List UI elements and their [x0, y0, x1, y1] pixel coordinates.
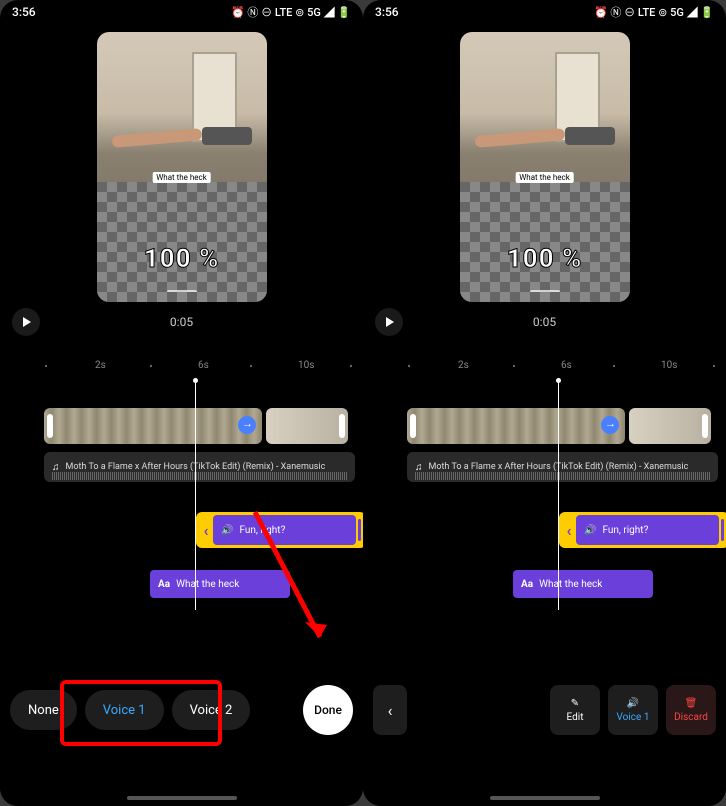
voice-options-bar: None Voice 1 Voice 2 Done: [0, 682, 363, 738]
video-clip-1[interactable]: [44, 408, 262, 444]
status-time: 3:56: [375, 5, 399, 19]
timecode: 0:05: [170, 315, 193, 329]
voice-2-button[interactable]: Voice 2: [172, 690, 251, 730]
transition-icon[interactable]: [601, 416, 619, 434]
video-track[interactable]: [407, 408, 718, 444]
voice-clip[interactable]: ‹ 🔊 Fun, right?: [196, 512, 363, 548]
status-time: 3:56: [12, 5, 36, 19]
edit-toolbar: ‹ ✎ Edit 🔊 Voice 1 🗑 Discard: [363, 682, 726, 738]
text-clip[interactable]: Aa What the heck: [150, 570, 290, 598]
play-button[interactable]: [12, 308, 40, 336]
text-label: What the heck: [539, 579, 602, 590]
voice-none-button[interactable]: None: [10, 690, 77, 730]
audio-track[interactable]: ♫ Moth To a Flame x After Hours (TikTok …: [44, 452, 355, 482]
time-ruler: 2s 6s 10s: [0, 358, 363, 378]
status-icons: ⏰ Ⓝ ⊖ LTE ⊚ 5G ◢ 🔋: [231, 4, 351, 20]
audio-track[interactable]: ♫ Moth To a Flame x After Hours (TikTok …: [407, 452, 718, 482]
done-button[interactable]: Done: [303, 685, 353, 735]
percent-overlay: 100 %: [507, 244, 583, 274]
right-screen: 3:56 ⏰ Ⓝ ⊖ LTE ⊚ 5G ◢ 🔋 What the heck 10…: [363, 0, 726, 806]
speaker-icon: 🔊: [221, 525, 233, 536]
playhead[interactable]: [195, 380, 196, 610]
discard-button[interactable]: 🗑 Discard: [666, 685, 716, 735]
video-track[interactable]: [44, 408, 355, 444]
status-icons: ⏰ Ⓝ ⊖ LTE ⊚ 5G ◢ 🔋: [594, 4, 714, 20]
preview-area: What the heck 100 % 0:05: [363, 24, 726, 344]
gesture-bar[interactable]: [490, 796, 600, 800]
edit-button[interactable]: ✎ Edit: [550, 685, 600, 735]
chevron-left-icon[interactable]: ‹: [199, 521, 213, 540]
caption-overlay: What the heck: [152, 172, 211, 183]
waveform: [52, 472, 347, 480]
speaker-icon: 🔊: [627, 698, 639, 709]
status-bar: 3:56 ⏰ Ⓝ ⊖ LTE ⊚ 5G ◢ 🔋: [363, 0, 726, 24]
text-label: What the heck: [176, 579, 239, 590]
play-button[interactable]: [375, 308, 403, 336]
text-icon: Aa: [158, 579, 170, 590]
trash-icon: 🗑: [685, 698, 698, 709]
music-note-icon: ♫: [415, 462, 423, 473]
back-button[interactable]: ‹: [373, 685, 407, 735]
status-bar: 3:56 ⏰ Ⓝ ⊖ LTE ⊚ 5G ◢ 🔋: [0, 0, 363, 24]
music-note-icon: ♫: [52, 462, 60, 473]
video-clip-2[interactable]: [266, 408, 348, 444]
gesture-bar[interactable]: [127, 796, 237, 800]
text-clip[interactable]: Aa What the heck: [513, 570, 653, 598]
time-ruler: 2s 6s 10s: [363, 358, 726, 378]
video-clip-2[interactable]: [629, 408, 711, 444]
percent-overlay: 100 %: [144, 244, 220, 274]
speaker-icon: 🔊: [584, 525, 596, 536]
caption-overlay: What the heck: [515, 172, 574, 183]
voice-1-button[interactable]: Voice 1: [85, 690, 164, 730]
timeline[interactable]: 2s 6s 10s ♫ Moth To a Flame x After Hour…: [0, 352, 363, 806]
voice-label: Fun, right?: [602, 525, 648, 536]
text-icon: Aa: [521, 579, 533, 590]
voice-label: Fun, right?: [239, 525, 285, 536]
video-preview[interactable]: What the heck 100 %: [97, 32, 267, 302]
timecode: 0:05: [533, 315, 556, 329]
preview-area: What the heck 100 % 0:05: [0, 24, 363, 344]
video-clip-1[interactable]: [407, 408, 625, 444]
timeline[interactable]: 2s 6s 10s ♫ Moth To a Flame x After Hour…: [363, 352, 726, 806]
pencil-icon: ✎: [571, 698, 579, 709]
chevron-left-icon[interactable]: ‹: [562, 521, 576, 540]
waveform: [415, 472, 710, 480]
transition-icon[interactable]: [238, 416, 256, 434]
playhead[interactable]: [558, 380, 559, 610]
voice-clip[interactable]: ‹ 🔊 Fun, right?: [559, 512, 726, 548]
voice-1-button[interactable]: 🔊 Voice 1: [608, 685, 658, 735]
video-preview[interactable]: What the heck 100 %: [460, 32, 630, 302]
left-screen: 3:56 ⏰ Ⓝ ⊖ LTE ⊚ 5G ◢ 🔋 What the heck 10…: [0, 0, 363, 806]
